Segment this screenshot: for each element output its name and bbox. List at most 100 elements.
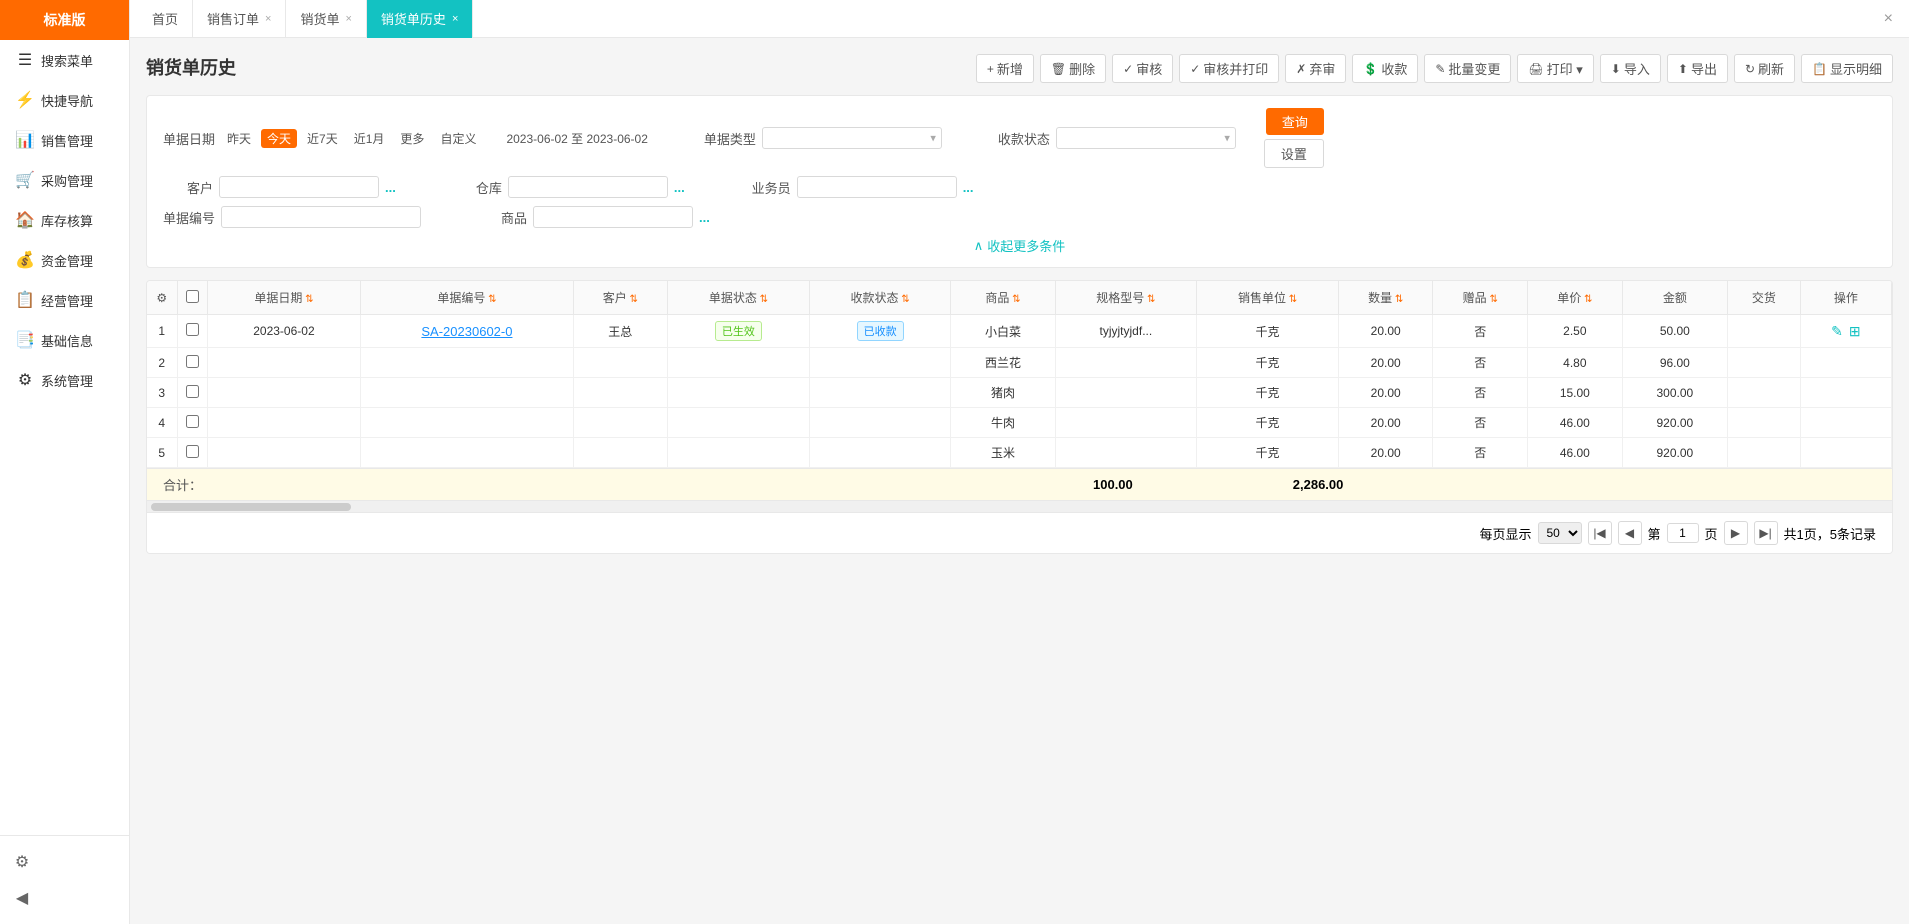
cell-doc-no[interactable] [361,378,573,408]
date-tag-今天[interactable]: 今天 [261,129,297,148]
col-header-unit[interactable]: 销售单位 [1197,281,1339,315]
salesperson-dots[interactable]: ... [963,180,974,195]
goods-dots[interactable]: ... [699,210,710,225]
toolbar-batch-change-button[interactable]: ✎批量变更 [1424,54,1511,83]
toolbar-show-detail-button[interactable]: 📋显示明细 [1801,54,1893,83]
sidebar-item-finance[interactable]: 💰 资金管理 [0,240,129,280]
sidebar-bottom-settings[interactable]: ⚙ [0,844,129,880]
cell-goods: 小白菜 [951,315,1055,348]
cell-spec [1055,408,1197,438]
col-header-doc-no[interactable]: 单据编号 [361,281,573,315]
col-header-goods[interactable]: 商品 [951,281,1055,315]
cell-goods: 牛肉 [951,408,1055,438]
cell-doc-no[interactable] [361,348,573,378]
close-all-tabs[interactable]: × [1876,10,1901,28]
doc-type-select[interactable] [762,127,942,149]
row-checkbox-3[interactable] [186,415,199,428]
per-page-select[interactable]: 50 [1538,522,1582,544]
warehouse-input[interactable] [508,176,668,198]
tab-sales-order[interactable]: 销售订单× [193,0,286,38]
audit-print-btn-label: 审核并打印 [1203,59,1268,78]
row-checkbox-0[interactable] [186,323,199,336]
salesperson-input[interactable] [797,176,957,198]
col-header-collect-status[interactable]: 收款状态 [809,281,951,315]
sidebar-bottom-collapse[interactable]: ◀ [0,880,129,916]
toolbar-audit-button[interactable]: ✓审核 [1112,54,1173,83]
edit-icon[interactable]: ✎ [1831,323,1843,340]
sidebar-item-basic-info[interactable]: 📑 基础信息 [0,320,129,360]
toolbar-add-button[interactable]: +新增 [976,54,1034,83]
prev-page-button[interactable]: ◀ [1618,521,1642,545]
col-header-gift[interactable]: 赠品 [1433,281,1528,315]
customer-dots[interactable]: ... [385,180,396,195]
col-header-spec[interactable]: 规格型号 [1055,281,1197,315]
cell-action [1800,348,1891,378]
cell-checkbox[interactable] [177,348,207,378]
sidebar-item-purchase[interactable]: 🛒 采购管理 [0,160,129,200]
row-checkbox-4[interactable] [186,445,199,458]
cell-amount: 920.00 [1622,408,1727,438]
col-header-doc-date[interactable]: 单据日期 [207,281,361,315]
cell-doc-no[interactable] [361,408,573,438]
sidebar-item-search-menu[interactable]: ☰ 搜索菜单 [0,40,129,80]
doc-no-link[interactable]: SA-20230602-0 [421,324,512,339]
toolbar-print-button[interactable]: 🖨打印 ▾ [1517,54,1593,83]
cell-checkbox[interactable] [177,378,207,408]
date-tag-近7天[interactable]: 近7天 [301,129,344,148]
first-page-button[interactable]: |◀ [1588,521,1612,545]
date-tag-近1月[interactable]: 近1月 [348,129,391,148]
toolbar-import-button[interactable]: ⬇导入 [1600,54,1661,83]
doc-no-input[interactable] [221,206,421,228]
toolbar-audit-print-button[interactable]: ✓审核并打印 [1179,54,1279,83]
toolbar-export-button[interactable]: ⬆导出 [1667,54,1728,83]
sidebar-item-quick-nav[interactable]: ⚡ 快捷导航 [0,80,129,120]
horizontal-scrollbar[interactable] [151,503,351,511]
set-button[interactable]: 设置 [1264,139,1324,168]
sidebar-item-inventory[interactable]: 🏠 库存核算 [0,200,129,240]
cell-checkbox[interactable] [177,408,207,438]
tab-home[interactable]: 首页 [138,0,193,38]
last-page-button[interactable]: ▶| [1754,521,1778,545]
row-checkbox-2[interactable] [186,385,199,398]
cell-gift: 否 [1433,408,1528,438]
date-tag-自定义[interactable]: 自定义 [434,129,482,148]
sidebar-item-sales[interactable]: 📊 销售管理 [0,120,129,160]
basic-info-icon: 📑 [15,330,35,350]
col-settings[interactable]: ⚙ [147,281,177,315]
tab-close-sales-delivery[interactable]: × [345,13,351,25]
col-header-price[interactable]: 单价 [1528,281,1623,315]
col-header-qty[interactable]: 数量 [1338,281,1433,315]
tab-sales-delivery[interactable]: 销货单× [286,0,366,38]
sidebar-item-operations[interactable]: 📋 经营管理 [0,280,129,320]
toolbar-refresh-button[interactable]: ↻刷新 [1734,54,1795,83]
customer-input[interactable] [219,176,379,198]
toolbar-abandon-button[interactable]: ✗弃审 [1285,54,1346,83]
warehouse-dots[interactable]: ... [674,180,685,195]
cell-checkbox[interactable] [177,438,207,468]
batch-change-btn-label: 批量变更 [1448,59,1500,78]
toolbar-collect-button[interactable]: 💲收款 [1352,54,1418,83]
cell-checkbox[interactable] [177,315,207,348]
col-checkbox[interactable] [177,281,207,315]
next-page-button[interactable]: ▶ [1724,521,1748,545]
col-header-doc-status[interactable]: 单据状态 [668,281,810,315]
tab-close-sales-delivery-history[interactable]: × [452,13,458,25]
collapse-filter-button[interactable]: ∧ 收起更多条件 [974,236,1066,255]
sidebar-item-system[interactable]: ⚙ 系统管理 [0,360,129,400]
row-checkbox-1[interactable] [186,355,199,368]
cell-doc-no[interactable] [361,438,573,468]
date-tag-更多[interactable]: 更多 [394,129,430,148]
goods-input[interactable] [533,206,693,228]
collect-status-select[interactable] [1056,127,1236,149]
select-all-checkbox[interactable] [186,290,199,303]
page-number-input[interactable] [1667,523,1699,543]
tab-sales-delivery-history[interactable]: 销货单历史× [367,0,473,38]
toolbar-delete-button[interactable]: 🗑删除 [1040,54,1106,83]
date-tag-昨天[interactable]: 昨天 [221,129,257,148]
cell-customer [573,408,668,438]
tab-close-sales-order[interactable]: × [265,13,271,25]
more-icon[interactable]: ⊞ [1849,323,1861,340]
query-button[interactable]: 查询 [1266,108,1324,135]
cell-doc-no[interactable]: SA-20230602-0 [361,315,573,348]
col-header-customer[interactable]: 客户 [573,281,668,315]
